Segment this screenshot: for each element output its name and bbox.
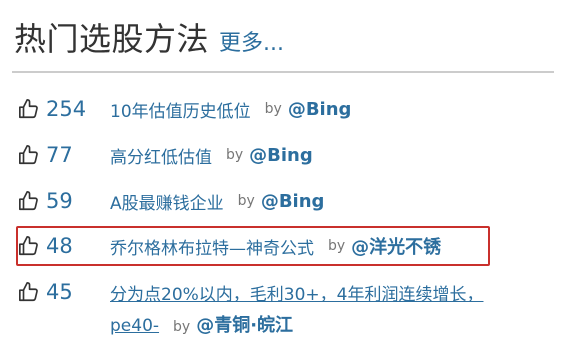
by-label: by (328, 238, 346, 254)
more-link[interactable]: 更多... (219, 25, 284, 57)
method-link[interactable]: 乔尔格林布拉特—神奇公式 (110, 234, 314, 259)
thumbs-up-icon (19, 282, 38, 302)
method-link[interactable]: 高分红低估值 (110, 143, 212, 168)
thumbs-up-icon (19, 99, 38, 119)
method-list: 254 10年估值历史低位 by @Bing 77 高分红低估值 by @Bin… (16, 86, 551, 340)
vote-button[interactable]: 48 (18, 234, 110, 258)
by-label: by (226, 147, 244, 163)
method-link[interactable]: A股最赚钱企业 (110, 189, 224, 214)
vote-button[interactable]: 254 (18, 97, 110, 121)
vote-count: 59 (46, 189, 73, 213)
method-link-line2: pe40- by @青铜·皖江 (110, 311, 483, 337)
method-link-continued[interactable]: pe40- (110, 316, 159, 336)
vote-count: 45 (46, 280, 73, 304)
author-link[interactable]: @青铜·皖江 (196, 311, 293, 337)
method-link[interactable]: 分为点20%以内，毛利30+，4年利润连续增长， (110, 280, 483, 305)
section-title: 热门选股方法 (14, 20, 210, 58)
list-item: 254 10年估值历史低位 by @Bing (18, 86, 551, 132)
header: 热门选股方法 更多... (14, 14, 284, 60)
list-item-highlighted: 48 乔尔格林布拉特—神奇公式 by @洋光不锈 (16, 226, 490, 266)
by-label: by (237, 193, 255, 209)
method-link[interactable]: 10年估值历史低位 (110, 97, 251, 122)
vote-button[interactable]: 59 (18, 189, 110, 213)
by-label: by (264, 101, 282, 117)
list-item: 45 分为点20%以内，毛利30+，4年利润连续增长， pe40- by @青铜… (18, 274, 551, 340)
author-link[interactable]: @Bing (249, 145, 313, 166)
thumbs-up-icon (19, 145, 38, 165)
vote-count: 77 (46, 143, 73, 167)
vote-count: 254 (46, 97, 87, 121)
list-item: 59 A股最赚钱企业 by @Bing (18, 178, 551, 224)
divider (12, 71, 554, 73)
author-link[interactable]: @Bing (288, 99, 352, 120)
by-label: by (173, 319, 191, 335)
list-item: 77 高分红低估值 by @Bing (18, 132, 551, 178)
method-link-block: 分为点20%以内，毛利30+，4年利润连续增长， pe40- by @青铜·皖江 (110, 280, 483, 337)
author-link[interactable]: @洋光不锈 (351, 233, 441, 259)
vote-count: 48 (46, 234, 73, 258)
thumbs-up-icon (19, 191, 38, 211)
vote-button[interactable]: 45 (18, 280, 110, 304)
vote-button[interactable]: 77 (18, 143, 110, 167)
author-link[interactable]: @Bing (261, 191, 325, 212)
thumbs-up-icon (19, 236, 38, 256)
